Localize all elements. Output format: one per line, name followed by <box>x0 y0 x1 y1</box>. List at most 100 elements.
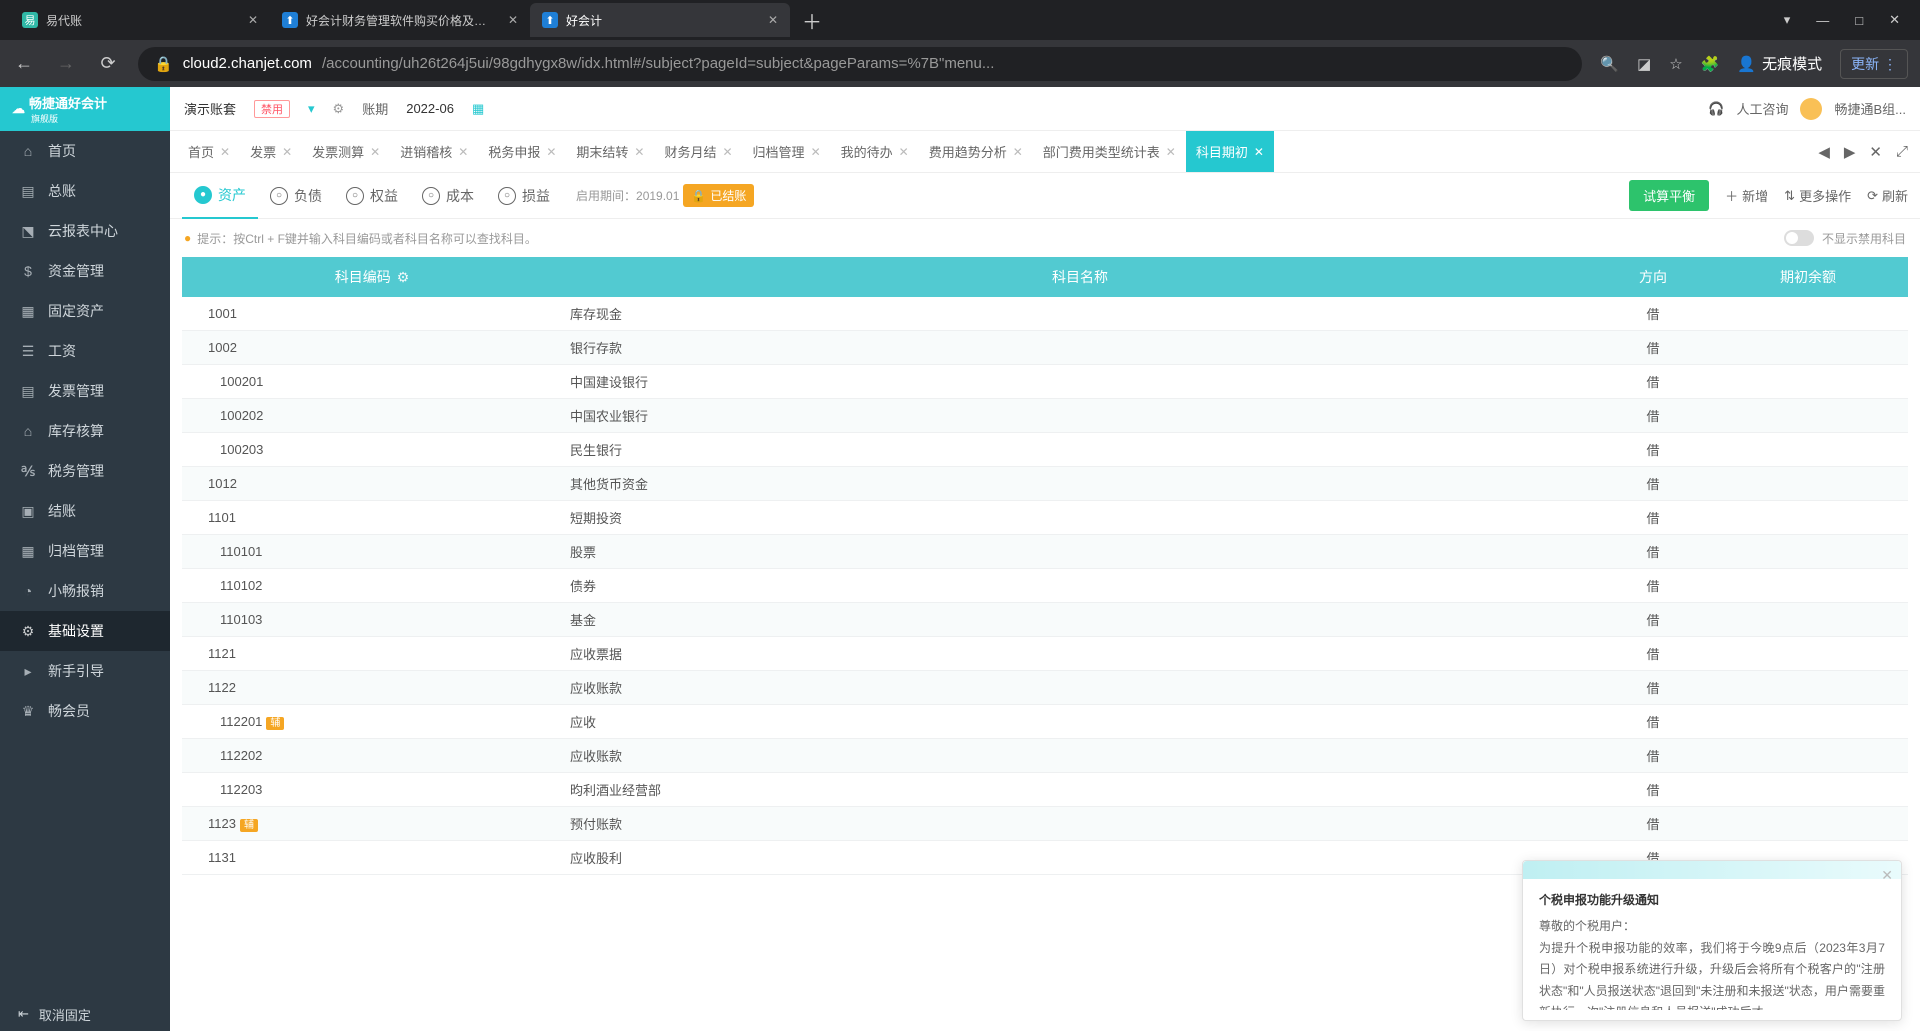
page-tab-0[interactable]: 首页✕ <box>178 131 240 172</box>
page-tab-8[interactable]: 我的待办✕ <box>831 131 919 172</box>
page-tab-9[interactable]: 费用趋势分析✕ <box>919 131 1033 172</box>
subject-balance[interactable] <box>1708 331 1908 365</box>
table-row[interactable]: 1101 短期投资 借 <box>182 501 1908 535</box>
refresh-button[interactable]: ⟳ 刷新 <box>1867 186 1908 205</box>
close-icon[interactable]: ✕ <box>546 145 556 159</box>
table-row[interactable]: 100201 中国建设银行 借 <box>182 365 1908 399</box>
sidebar-collapse[interactable]: ⇤ 取消固定 <box>0 997 170 1031</box>
subject-balance[interactable] <box>1708 297 1908 331</box>
subject-balance[interactable] <box>1708 807 1908 841</box>
sidebar-item-7[interactable]: ⌂库存核算 <box>0 411 170 451</box>
add-button[interactable]: ＋ 新增 <box>1725 186 1768 205</box>
sidebar-item-6[interactable]: ▤发票管理 <box>0 371 170 411</box>
close-icon[interactable]: ✕ <box>1881 867 1893 884</box>
type-tab-成本[interactable]: ○成本 <box>410 173 486 219</box>
subject-balance[interactable] <box>1708 433 1908 467</box>
table-row[interactable]: 1121 应收票据 借 <box>182 637 1908 671</box>
maximize-icon[interactable]: □ <box>1855 13 1863 28</box>
close-icon[interactable]: ✕ <box>508 13 518 27</box>
close-icon[interactable]: ✕ <box>370 145 380 159</box>
sidebar-item-8[interactable]: ℁税务管理 <box>0 451 170 491</box>
minimize-icon[interactable]: ― <box>1816 13 1829 28</box>
subject-balance[interactable] <box>1708 535 1908 569</box>
table-row[interactable]: 100203 民生银行 借 <box>182 433 1908 467</box>
type-tab-损益[interactable]: ○损益 <box>486 173 562 219</box>
url-input[interactable]: 🔒 cloud2.chanjet.com/accounting/uh26t264… <box>138 47 1582 81</box>
close-icon[interactable]: ✕ <box>899 145 909 159</box>
tabs-right-arrow[interactable]: ▶ <box>1844 143 1856 161</box>
gear-icon[interactable]: ⚙ <box>333 101 345 117</box>
avatar[interactable] <box>1800 98 1822 120</box>
sidebar-item-13[interactable]: ▸新手引导 <box>0 651 170 691</box>
subject-balance[interactable] <box>1708 399 1908 433</box>
sidebar-item-1[interactable]: ▤总账 <box>0 171 170 211</box>
tabs-left-arrow[interactable]: ◀ <box>1818 143 1830 161</box>
more-actions[interactable]: ⇅ 更多操作 <box>1784 186 1851 205</box>
close-icon[interactable]: ✕ <box>1166 145 1176 159</box>
close-all-icon[interactable]: ✕ <box>1869 143 1882 161</box>
close-icon[interactable]: ✕ <box>220 145 230 159</box>
table-row[interactable]: 112201辅 应收 借 <box>182 705 1908 739</box>
subject-balance[interactable] <box>1708 773 1908 807</box>
zoom-icon[interactable]: 🔍 <box>1600 55 1619 73</box>
sidebar-item-3[interactable]: $资金管理 <box>0 251 170 291</box>
page-tab-5[interactable]: 期末结转✕ <box>566 131 654 172</box>
table-row[interactable]: 110101 股票 借 <box>182 535 1908 569</box>
new-tab-button[interactable]: ＋ <box>790 6 834 35</box>
page-tab-3[interactable]: 进销稽核✕ <box>390 131 478 172</box>
subject-balance[interactable] <box>1708 467 1908 501</box>
close-icon[interactable]: ✕ <box>722 145 732 159</box>
type-tab-资产[interactable]: ●资产 <box>182 173 258 219</box>
page-tab-4[interactable]: 税务申报✕ <box>478 131 566 172</box>
table-row[interactable]: 1012 其他货币资金 借 <box>182 467 1908 501</box>
table-row[interactable]: 110102 债券 借 <box>182 569 1908 603</box>
sidebar-item-2[interactable]: ⬔云报表中心 <box>0 211 170 251</box>
subject-balance[interactable] <box>1708 365 1908 399</box>
sidebar-item-12[interactable]: ⚙基础设置 <box>0 611 170 651</box>
browser-tab-0[interactable]: 易 易代账 ✕ <box>10 3 270 37</box>
subject-balance[interactable] <box>1708 603 1908 637</box>
table-row[interactable]: 112203 昀利酒业经营部 借 <box>182 773 1908 807</box>
extension-icon[interactable]: ◪ <box>1637 55 1651 73</box>
close-icon[interactable]: ✕ <box>282 145 292 159</box>
subject-balance[interactable] <box>1708 671 1908 705</box>
calendar-icon[interactable]: ▦ <box>472 101 484 117</box>
disable-tag[interactable]: 禁用 <box>254 100 290 118</box>
gear-icon[interactable]: ⚙ <box>397 269 410 285</box>
update-button[interactable]: 更新 ⋮ <box>1840 49 1908 79</box>
page-tab-active[interactable]: 科目期初 ✕ <box>1186 131 1274 172</box>
close-icon[interactable]: ✕ <box>1254 145 1264 159</box>
close-icon[interactable]: ✕ <box>1013 145 1023 159</box>
subject-balance[interactable] <box>1708 705 1908 739</box>
close-window-icon[interactable]: ✕ <box>1889 12 1900 28</box>
close-icon[interactable]: ✕ <box>458 145 468 159</box>
table-row[interactable]: 1001 库存现金 借 <box>182 297 1908 331</box>
page-tab-10[interactable]: 部门费用类型统计表✕ <box>1033 131 1186 172</box>
table-row[interactable]: 112202 应收账款 借 <box>182 739 1908 773</box>
table-row[interactable]: 110103 基金 借 <box>182 603 1908 637</box>
sidebar-item-9[interactable]: ▣结账 <box>0 491 170 531</box>
page-tab-1[interactable]: 发票✕ <box>240 131 302 172</box>
table-row[interactable]: 100202 中国农业银行 借 <box>182 399 1908 433</box>
trial-balance-button[interactable]: 试算平衡 <box>1629 180 1709 211</box>
puzzle-icon[interactable]: 🧩 <box>1701 55 1720 73</box>
close-icon[interactable]: ✕ <box>768 13 778 27</box>
back-button[interactable]: ← <box>12 53 36 74</box>
type-tab-负债[interactable]: ○负债 <box>258 173 334 219</box>
sidebar-item-10[interactable]: ▦归档管理 <box>0 531 170 571</box>
sidebar-item-14[interactable]: ♛畅会员 <box>0 691 170 731</box>
period-value[interactable]: 2022-06 <box>406 101 454 116</box>
sidebar-item-0[interactable]: ⌂首页 <box>0 131 170 171</box>
chevron-down-icon[interactable]: ▾ <box>308 101 315 117</box>
sidebar-item-4[interactable]: ▦固定资产 <box>0 291 170 331</box>
subject-balance[interactable] <box>1708 739 1908 773</box>
browser-tab-1[interactable]: ⬆ 好会计财务管理软件购买价格及… ✕ <box>270 3 530 37</box>
subject-balance[interactable] <box>1708 637 1908 671</box>
table-row[interactable]: 1002 银行存款 借 <box>182 331 1908 365</box>
close-icon[interactable]: ✕ <box>811 145 821 159</box>
type-tab-权益[interactable]: ○权益 <box>334 173 410 219</box>
star-icon[interactable]: ☆ <box>1669 55 1682 73</box>
chevron-down-icon[interactable]: ▾ <box>1784 12 1791 28</box>
hide-disabled-toggle[interactable] <box>1784 230 1814 246</box>
consult-link[interactable]: 人工咨询 <box>1736 99 1788 118</box>
